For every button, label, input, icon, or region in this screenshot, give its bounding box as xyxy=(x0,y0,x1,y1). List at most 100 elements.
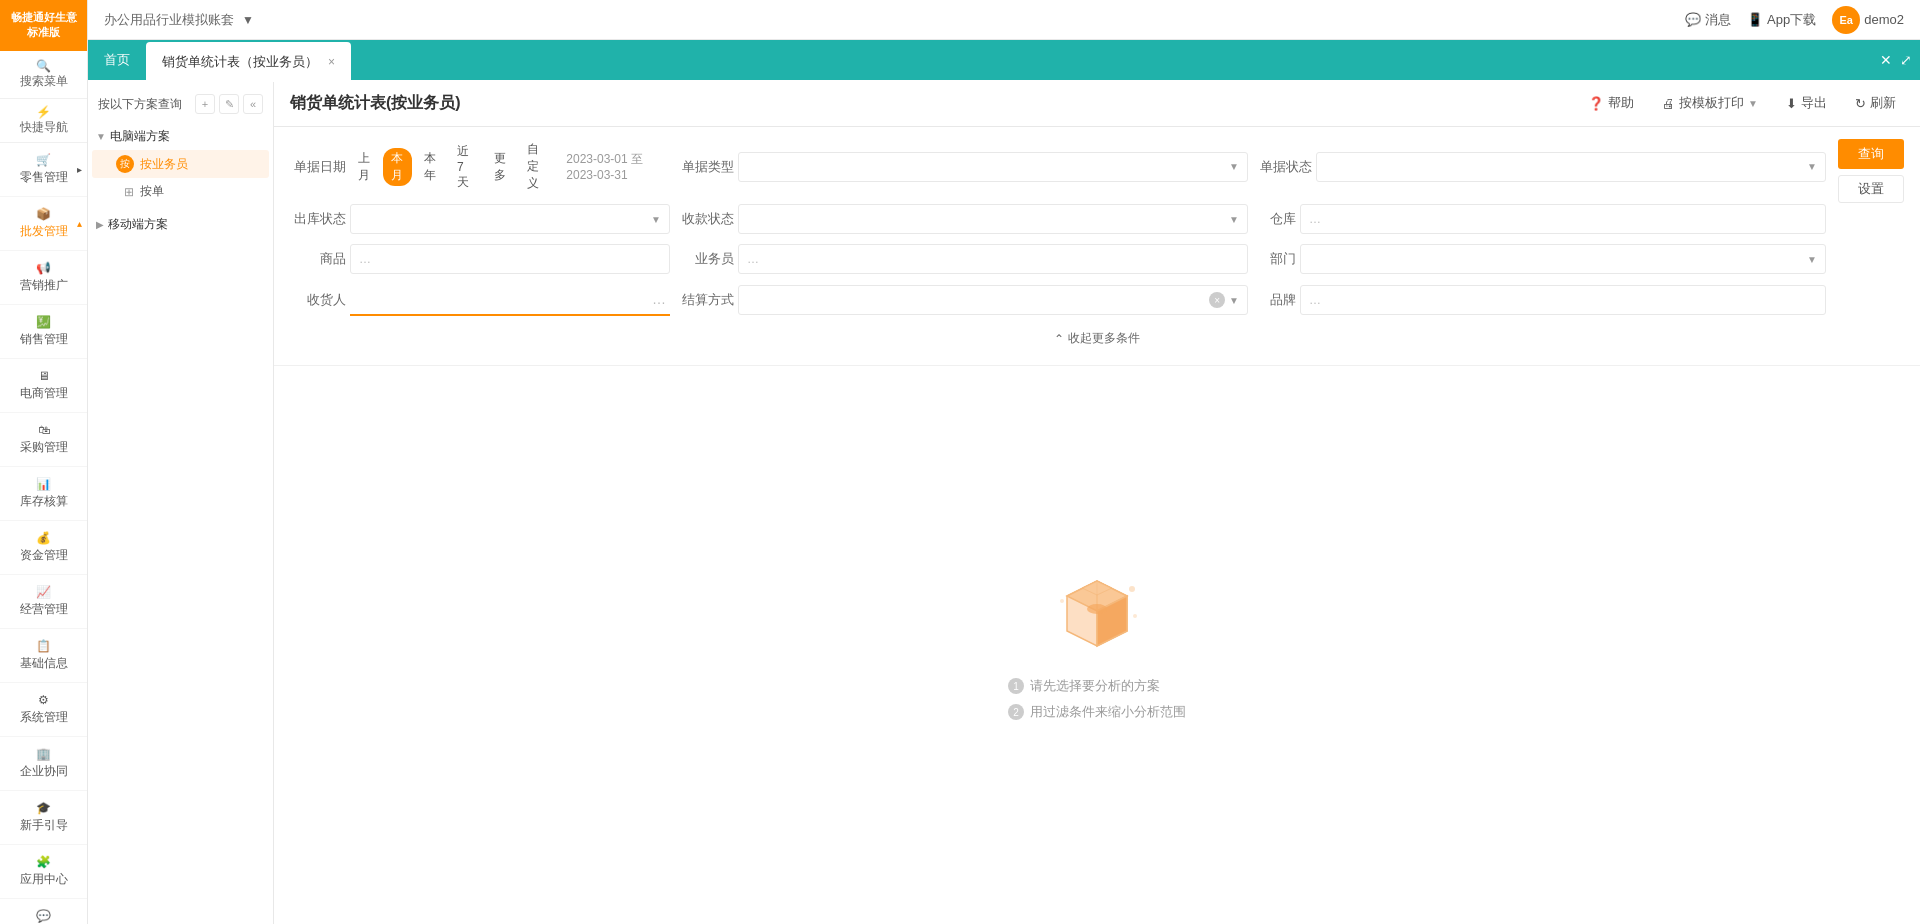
doc-type-select[interactable]: ▼ xyxy=(738,152,1248,182)
consignee-input[interactable] xyxy=(354,284,648,314)
svg-point-7 xyxy=(1060,599,1064,603)
print-btn[interactable]: 🖨 按模板打印 ▼ xyxy=(1654,90,1766,116)
avatar: Ea xyxy=(1832,6,1860,34)
collapse-panel-btn[interactable]: « xyxy=(243,94,263,114)
receipt-status-select[interactable]: ▼ xyxy=(738,204,1248,234)
left-panel-icons: + ✎ « xyxy=(195,94,263,114)
desktop-plan-header[interactable]: ▼ 电脑端方案 xyxy=(88,124,273,149)
mobile-plan-header[interactable]: ▶ 移动端方案 xyxy=(88,212,273,237)
industry-dropdown-icon[interactable]: ▼ xyxy=(242,13,254,27)
doc-status-label: 单据状态 xyxy=(1256,158,1312,176)
sub-plan-icon: ⊞ xyxy=(124,185,134,199)
collapse-filters-btn[interactable]: ⌃ 收起更多条件 xyxy=(1038,324,1156,353)
help-btn[interactable]: ❓ 帮助 xyxy=(1580,90,1642,116)
sidebar-item-wechat[interactable]: 💬 企业微信 xyxy=(0,899,87,924)
sidebar-item-ecommerce[interactable]: 🖥 电商管理 xyxy=(0,359,87,413)
plan-item-by-salesman[interactable]: 按 按业务员 xyxy=(92,150,269,178)
filter-area: 单据日期 上月 本月 本年 近7天 更多 自定义 2023-03-01 至 20… xyxy=(274,127,1920,366)
expand-arrow-icon: ▼ xyxy=(96,131,106,142)
retail-icon: 🛒 xyxy=(36,153,51,167)
export-btn[interactable]: ⬇ 导出 xyxy=(1778,90,1835,116)
consignee-dots-icon[interactable]: … xyxy=(652,291,666,307)
expand-arrow-icon-mobile: ▶ xyxy=(96,219,104,230)
app-download-btn[interactable]: 📱 App下载 xyxy=(1747,11,1816,29)
date-tab-7days[interactable]: 近7天 xyxy=(449,141,482,193)
sidebar-item-corp[interactable]: 🏢 企业协同 xyxy=(0,737,87,791)
sidebar-item-retail[interactable]: 🛒 零售管理 ▸ xyxy=(0,143,87,197)
tab-close-icon[interactable]: × xyxy=(328,55,335,69)
date-range-value: 2023-03-01 至 2023-03-31 xyxy=(566,151,670,182)
svg-point-6 xyxy=(1129,586,1135,592)
message-icon: 💬 xyxy=(1685,12,1701,27)
brand-select[interactable]: … xyxy=(1300,285,1826,315)
content-area: 按以下方案查询 + ✎ « ▼ 电脑端方案 按 按业务员 xyxy=(88,80,1920,924)
sidebar-item-basic[interactable]: 📋 基础信息 xyxy=(0,629,87,683)
topbar: 办公用品行业模拟账套 ▼ 💬 消息 📱 App下载 Ea demo2 xyxy=(88,0,1920,40)
salesman-select[interactable]: … xyxy=(738,244,1248,274)
sales-icon: 💹 xyxy=(36,315,51,329)
wholesale-icon: 📦 xyxy=(36,207,51,221)
logo-text: 畅捷通好生意 标准版 xyxy=(5,10,82,41)
system-icon: ⚙ xyxy=(38,693,49,707)
window-expand-icon[interactable]: ⤢ xyxy=(1900,52,1912,68)
date-tab-this-year[interactable]: 本年 xyxy=(416,148,445,186)
ecommerce-icon: 🖥 xyxy=(38,369,50,383)
warehouse-select[interactable]: … xyxy=(1300,204,1826,234)
out-status-select[interactable]: ▼ xyxy=(350,204,670,234)
warehouse-label: 仓库 xyxy=(1256,210,1296,228)
sidebar-item-finance[interactable]: 💰 资金管理 xyxy=(0,521,87,575)
sidebar-item-purchase[interactable]: 🛍 采购管理 xyxy=(0,413,87,467)
sidebar-search[interactable]: 🔍 搜索菜单 xyxy=(0,51,87,99)
empty-hint-2: 2 用过滤条件来缩小分析范围 xyxy=(1008,703,1186,721)
sidebar-item-newbie[interactable]: 🎓 新手引导 xyxy=(0,791,87,845)
export-icon: ⬇ xyxy=(1786,96,1797,111)
date-tab-more[interactable]: 更多 xyxy=(486,148,515,186)
date-tab-custom[interactable]: 自定义 xyxy=(519,139,555,194)
operations-icon: 📈 xyxy=(36,585,51,599)
tab-sales-stat[interactable]: 销货单统计表（按业务员） × xyxy=(146,42,351,82)
app-logo[interactable]: 畅捷通好生意 标准版 xyxy=(0,0,87,51)
sidebar-item-system[interactable]: ⚙ 系统管理 xyxy=(0,683,87,737)
warehouse-dots: … xyxy=(1309,212,1321,226)
empty-box-illustration xyxy=(1047,561,1147,661)
sidebar-item-inventory[interactable]: 📊 库存核算 xyxy=(0,467,87,521)
doc-type-label: 单据类型 xyxy=(678,158,734,176)
window-close-icon[interactable]: ✕ xyxy=(1880,52,1892,68)
empty-state: 1 请先选择要分析的方案 2 用过滤条件来缩小分析范围 xyxy=(274,366,1920,924)
settings-button[interactable]: 设置 xyxy=(1838,175,1904,203)
user-menu[interactable]: Ea demo2 xyxy=(1832,6,1904,34)
sidebar: 畅捷通好生意 标准版 🔍 搜索菜单 ⚡ 快捷导航 🛒 零售管理 ▸ 📦 批发管理… xyxy=(0,0,88,924)
print-dropdown-icon: ▼ xyxy=(1748,98,1758,109)
finance-icon: 💰 xyxy=(36,531,51,545)
payment-method-select[interactable]: × ▼ xyxy=(738,285,1248,315)
payment-clear-btn[interactable]: × xyxy=(1209,292,1225,308)
sidebar-item-operations[interactable]: 📈 经营管理 xyxy=(0,575,87,629)
refresh-btn[interactable]: ↻ 刷新 xyxy=(1847,90,1904,116)
date-tab-this-month[interactable]: 本月 xyxy=(383,148,412,186)
goods-select[interactable]: … xyxy=(350,244,670,274)
date-tab-last-month[interactable]: 上月 xyxy=(350,148,379,186)
sidebar-item-sales[interactable]: 💹 销售管理 xyxy=(0,305,87,359)
svg-point-5 xyxy=(1087,604,1107,614)
department-select[interactable]: ▼ xyxy=(1300,244,1826,274)
sidebar-item-marketing[interactable]: 📢 营销推广 xyxy=(0,251,87,305)
message-btn[interactable]: 💬 消息 xyxy=(1685,11,1731,29)
query-button[interactable]: 查询 xyxy=(1838,139,1904,169)
out-status-arrow-icon: ▼ xyxy=(651,214,661,225)
wechat-icon: 💬 xyxy=(36,909,51,923)
sidebar-quick-nav[interactable]: ⚡ 快捷导航 xyxy=(0,99,87,143)
doc-status-select[interactable]: ▼ xyxy=(1316,152,1826,182)
hint-num-2: 2 xyxy=(1008,704,1024,720)
sidebar-item-wholesale[interactable]: 📦 批发管理 ▴ xyxy=(0,197,87,251)
chevron-right-icon: ▸ xyxy=(77,164,82,175)
tab-home[interactable]: 首页 xyxy=(88,40,146,80)
plan-item-by-order[interactable]: ⊞ 按单 xyxy=(88,179,273,204)
edit-plan-btn[interactable]: ✎ xyxy=(219,94,239,114)
add-plan-btn[interactable]: + xyxy=(195,94,215,114)
help-icon: ❓ xyxy=(1588,96,1604,111)
doc-type-arrow-icon: ▼ xyxy=(1229,161,1239,172)
newbie-icon: 🎓 xyxy=(36,801,51,815)
receipt-status-arrow-icon: ▼ xyxy=(1229,214,1239,225)
empty-hint-1: 1 请先选择要分析的方案 xyxy=(1008,677,1186,695)
sidebar-item-apps[interactable]: 🧩 应用中心 xyxy=(0,845,87,899)
